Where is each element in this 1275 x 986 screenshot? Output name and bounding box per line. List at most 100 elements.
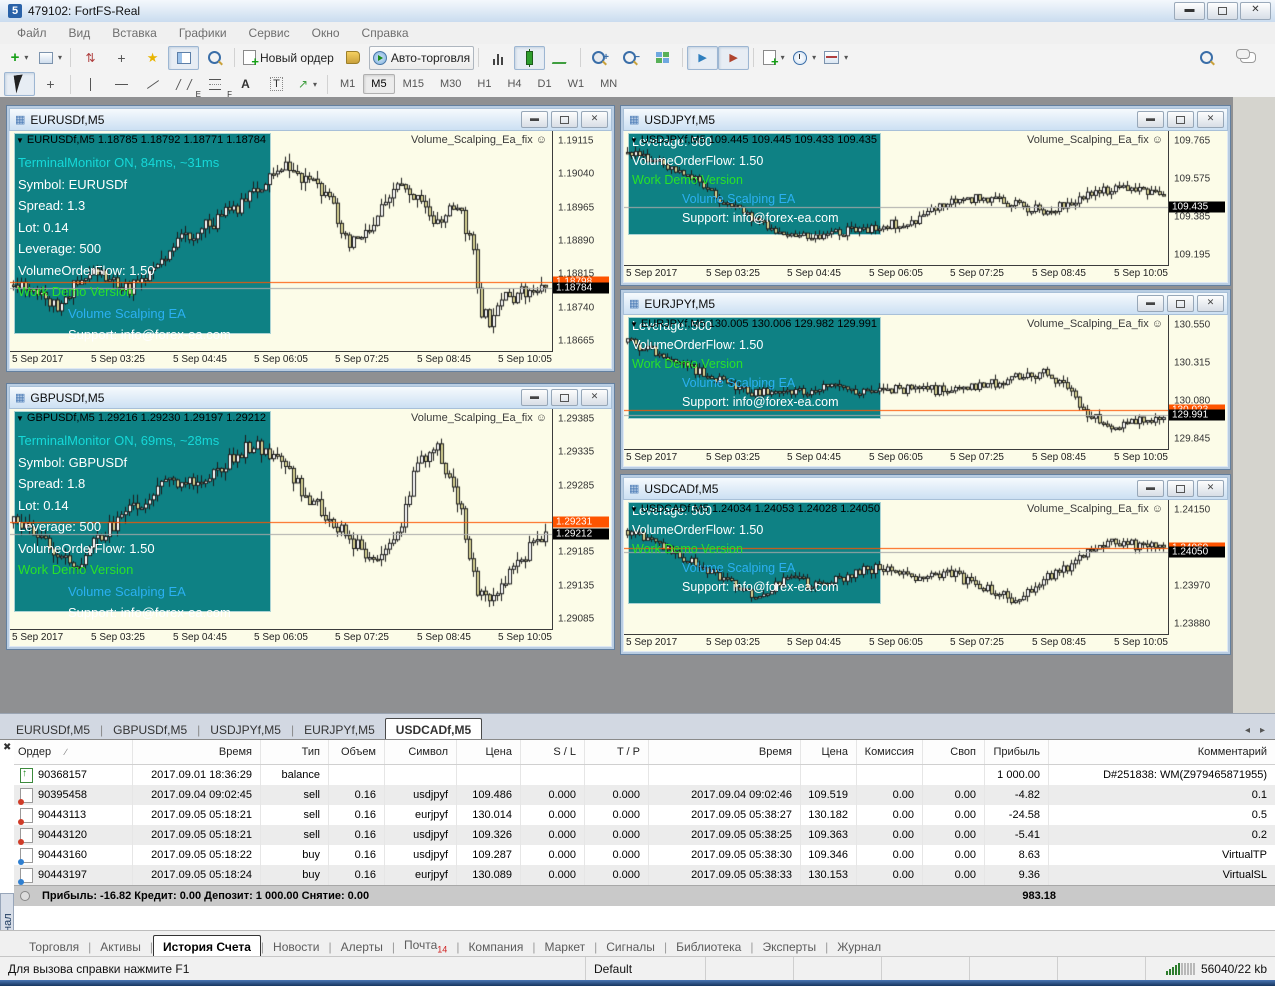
trendline-button[interactable] bbox=[137, 72, 168, 96]
column-header-price2[interactable]: Цена bbox=[800, 740, 856, 764]
candlestick-button[interactable] bbox=[514, 45, 546, 70]
chart-canvas[interactable] bbox=[10, 409, 552, 629]
terminal-button[interactable] bbox=[168, 45, 200, 70]
menu-item-4[interactable]: Графики bbox=[168, 23, 238, 43]
menu-item-3[interactable]: Вставка bbox=[101, 23, 168, 43]
chart-title-bar[interactable]: ▦ GBPUSDf,M5 ▬ ✕ bbox=[9, 386, 612, 409]
terminal-tab-2[interactable]: Активы bbox=[91, 936, 150, 957]
column-header-type[interactable]: Тип bbox=[260, 740, 328, 764]
column-header-symbol[interactable]: Символ bbox=[384, 740, 456, 764]
chart-canvas[interactable] bbox=[624, 131, 1168, 265]
bar-chart-button[interactable] bbox=[483, 46, 514, 70]
column-header-price[interactable]: Цена bbox=[456, 740, 520, 764]
autotrading-button[interactable]: Авто-торговля bbox=[368, 45, 475, 70]
cursor-button[interactable] bbox=[4, 72, 35, 96]
data-window-button[interactable]: + bbox=[106, 46, 137, 70]
column-header-tp[interactable]: T / P bbox=[584, 740, 648, 764]
history-row-90443120[interactable]: 90443120 2017.09.05 05:18:21 sell 0.16 usdjp… bbox=[14, 825, 1275, 845]
history-row-90443160[interactable]: 90443160 2017.09.05 05:18:22 buy 0.16 usdjpy… bbox=[14, 845, 1275, 865]
chart-canvas[interactable] bbox=[624, 500, 1168, 634]
chart-tab-eurusdf[interactable]: EURUSDf,M5 bbox=[6, 719, 100, 740]
menu-item-6[interactable]: Окно bbox=[301, 23, 351, 43]
title-bar[interactable]: 5 479102: FortFS-Real ▬ ✕ bbox=[0, 0, 1275, 23]
new-order-button[interactable]: Новый ордер bbox=[239, 46, 338, 70]
zoom-in-button[interactable]: + bbox=[585, 46, 616, 70]
column-header-swap[interactable]: Своп bbox=[922, 740, 984, 764]
vline-button[interactable] bbox=[75, 72, 106, 96]
chart-tab-gbpusdf[interactable]: GBPUSDf,M5 bbox=[103, 719, 197, 740]
chart-minimize-button[interactable]: ▬ bbox=[1137, 480, 1164, 497]
chart-close-button[interactable]: ✕ bbox=[1197, 295, 1224, 312]
tab-scroll-left-icon[interactable]: ◂ bbox=[1245, 725, 1250, 736]
chart-close-button[interactable]: ✕ bbox=[581, 111, 608, 128]
menu-item-1[interactable]: Файл bbox=[6, 23, 58, 43]
terminal-close-icon[interactable]: ✖ bbox=[3, 743, 11, 753]
column-header-sl[interactable]: S / L bbox=[520, 740, 584, 764]
close-button[interactable]: ✕ bbox=[1240, 2, 1271, 20]
metaeditor-button[interactable] bbox=[338, 46, 369, 70]
history-row-90443197[interactable]: 90443197 2017.09.05 05:18:24 buy 0.16 eurjpy… bbox=[14, 865, 1275, 885]
minimize-button[interactable]: ▬ bbox=[1174, 2, 1205, 20]
tab-scroll-right-icon[interactable]: ▸ bbox=[1260, 725, 1265, 736]
timeframe-button-m1[interactable]: M1 bbox=[332, 74, 363, 94]
terminal-tab-4[interactable]: Новости bbox=[264, 936, 328, 957]
auto-scroll-button[interactable]: ▶ bbox=[687, 45, 719, 70]
chart-minimize-button[interactable]: ▬ bbox=[521, 111, 548, 128]
chart-restore-button[interactable] bbox=[551, 389, 578, 406]
chart-minimize-button[interactable]: ▬ bbox=[521, 389, 548, 406]
menu-item-5[interactable]: Сервис bbox=[238, 23, 301, 43]
chart-close-button[interactable]: ✕ bbox=[581, 389, 608, 406]
terminal-tab-9[interactable]: Сигналы bbox=[597, 936, 664, 957]
text-button[interactable]: A bbox=[230, 72, 261, 96]
label-button[interactable]: T bbox=[261, 72, 292, 96]
chart-shift-button[interactable]: ▶ bbox=[718, 45, 750, 70]
timeframe-button-h1[interactable]: H1 bbox=[469, 74, 499, 94]
chart-restore-button[interactable] bbox=[1167, 295, 1194, 312]
column-header-comment[interactable]: Комментарий bbox=[1048, 740, 1275, 764]
column-header-time2[interactable]: Время bbox=[648, 740, 800, 764]
tile-windows-button[interactable] bbox=[647, 46, 678, 70]
arrows-button[interactable]: ↗ ▾ bbox=[292, 72, 323, 96]
history-row-90443113[interactable]: 90443113 2017.09.05 05:18:21 sell 0.16 eurjp… bbox=[14, 805, 1275, 825]
new-chart-button[interactable]: + ▾ bbox=[4, 46, 35, 70]
profiles-button[interactable]: ▾ bbox=[35, 46, 66, 70]
chart-canvas[interactable] bbox=[10, 131, 552, 351]
chart-title-bar[interactable]: ▦ EURJPYf,M5 ▬ ✕ bbox=[623, 292, 1228, 315]
terminal-tab-7[interactable]: Компания bbox=[459, 936, 532, 957]
column-header-volume[interactable]: Объем bbox=[328, 740, 384, 764]
menu-item-7[interactable]: Справка bbox=[351, 23, 420, 43]
terminal-tab-6[interactable]: Почта14 bbox=[395, 934, 456, 957]
chart-tab-usdjpyf[interactable]: USDJPYf,M5 bbox=[200, 719, 291, 740]
chart-title-bar[interactable]: ▦ EURUSDf,M5 ▬ ✕ bbox=[9, 108, 612, 131]
menu-item-2[interactable]: Вид bbox=[58, 23, 102, 43]
search-icon[interactable] bbox=[1191, 46, 1222, 70]
zoom-out-button[interactable]: − bbox=[616, 46, 647, 70]
hline-button[interactable] bbox=[106, 72, 137, 96]
timeframe-button-mn[interactable]: MN bbox=[592, 74, 625, 94]
fibo-button[interactable]: F bbox=[199, 72, 232, 99]
timeframe-button-w1[interactable]: W1 bbox=[560, 74, 593, 94]
column-header-profit[interactable]: Прибыль bbox=[984, 740, 1048, 764]
chart-minimize-button[interactable]: ▬ bbox=[1137, 111, 1164, 128]
terminal-tab-3[interactable]: История Счета bbox=[152, 935, 261, 957]
timeframe-button-m5[interactable]: M5 bbox=[363, 74, 395, 94]
timeframe-button-m15[interactable]: M15 bbox=[395, 74, 432, 94]
chart-title-bar[interactable]: ▦ USDCADf,M5 ▬ ✕ bbox=[623, 477, 1228, 500]
terminal-tab-8[interactable]: Маркет bbox=[535, 936, 594, 957]
terminal-tab-11[interactable]: Эксперты bbox=[753, 936, 825, 957]
chart-restore-button[interactable] bbox=[1167, 111, 1194, 128]
crosshair-button[interactable]: + bbox=[35, 72, 66, 96]
terminal-tab-1[interactable]: Торговля bbox=[20, 936, 88, 957]
chart-close-button[interactable]: ✕ bbox=[1197, 111, 1224, 128]
history-row-90395458[interactable]: 90395458 2017.09.04 09:02:45 sell 0.16 usdjp… bbox=[14, 785, 1275, 805]
line-chart-button[interactable] bbox=[545, 46, 576, 70]
chart-title-bar[interactable]: ▦ USDJPYf,M5 ▬ ✕ bbox=[623, 108, 1228, 131]
terminal-tab-12[interactable]: Журнал bbox=[828, 936, 890, 957]
periods-button[interactable]: ▾ bbox=[789, 46, 820, 70]
column-header-order[interactable]: Ордер ∕ bbox=[14, 740, 132, 764]
terminal-tab-5[interactable]: Алерты bbox=[332, 936, 392, 957]
chart-tab-usdcadf[interactable]: USDCADf,M5 bbox=[384, 718, 483, 740]
chart-minimize-button[interactable]: ▬ bbox=[1137, 295, 1164, 312]
terminal-tab-10[interactable]: Библиотека bbox=[667, 936, 750, 957]
restore-button[interactable] bbox=[1207, 2, 1238, 20]
